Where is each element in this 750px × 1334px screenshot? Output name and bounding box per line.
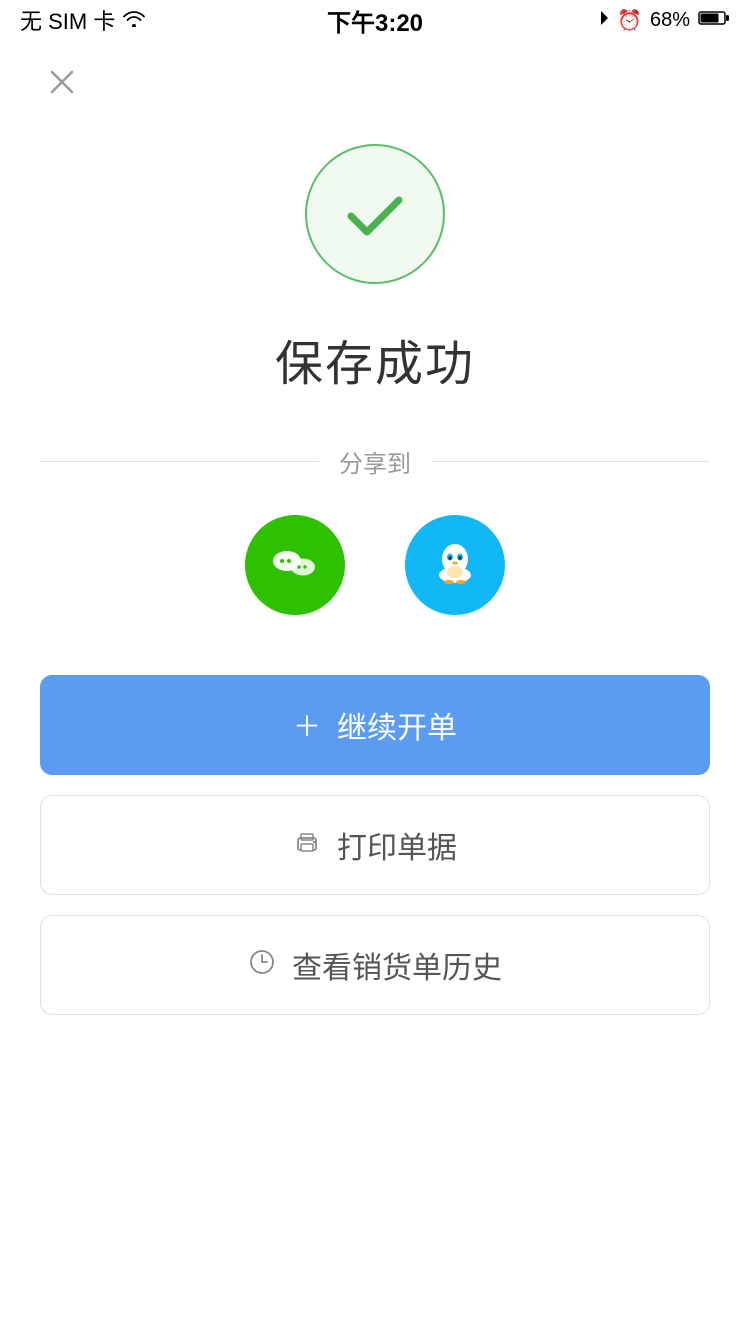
status-time: 下午3:20 (327, 3, 423, 38)
share-section: 分享到 (40, 444, 710, 615)
history-icon (248, 948, 276, 983)
printer-icon (293, 828, 321, 863)
print-label: 打印单据 (337, 823, 457, 867)
battery-icon (698, 9, 730, 32)
actions-section: ＋ 继续开单 打印单据 查看销货单历史 (40, 675, 710, 1015)
battery-percent: 68% (650, 9, 690, 32)
share-icons-row (40, 515, 710, 615)
history-button[interactable]: 查看销货单历史 (40, 915, 710, 1015)
history-label: 查看销货单历史 (292, 943, 502, 987)
continue-order-button[interactable]: ＋ 继续开单 (40, 675, 710, 775)
success-title: 保存成功 (275, 324, 475, 394)
share-divider-left (40, 461, 319, 462)
main-content: 保存成功 分享到 (0, 124, 750, 1334)
success-icon-container (305, 144, 445, 284)
share-label: 分享到 (339, 444, 411, 479)
wechat-share-button[interactable] (245, 515, 345, 615)
checkmark-icon (339, 178, 411, 250)
wifi-icon (123, 7, 145, 33)
status-left: 无 SIM 卡 (20, 4, 145, 36)
status-bar: 无 SIM 卡 下午3:20 ⏰ 68% (0, 0, 750, 40)
share-divider-row: 分享到 (40, 444, 710, 479)
alarm-icon: ⏰ (617, 8, 642, 33)
qq-share-button[interactable] (405, 515, 505, 615)
close-area (0, 40, 750, 124)
plus-icon: ＋ (293, 705, 321, 745)
wechat-icon (267, 537, 323, 593)
location-icon (593, 9, 609, 32)
continue-order-label: 继续开单 (337, 703, 457, 747)
status-right: ⏰ 68% (593, 8, 730, 33)
sim-status: 无 SIM 卡 (20, 4, 115, 36)
share-divider-right (431, 461, 710, 462)
print-button[interactable]: 打印单据 (40, 795, 710, 895)
close-button[interactable] (40, 60, 84, 104)
qq-icon (427, 537, 483, 593)
